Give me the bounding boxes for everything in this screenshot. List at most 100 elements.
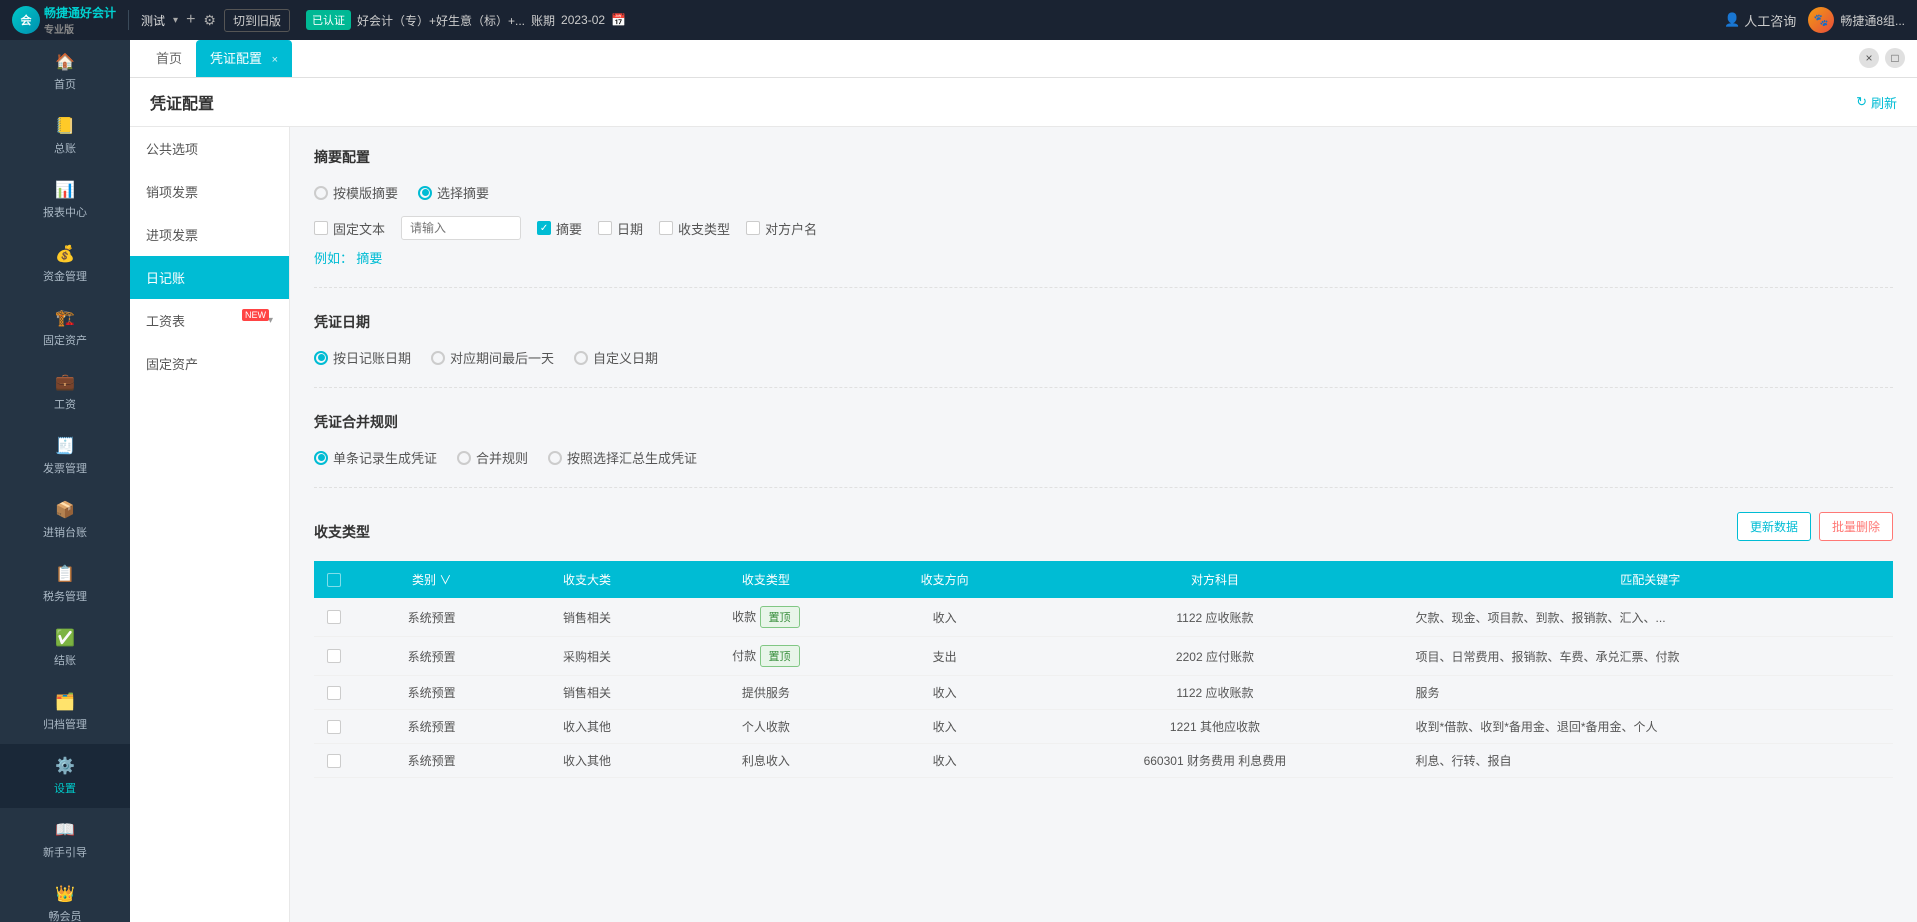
sidebar-label-invoice-mgmt: 发票管理: [43, 460, 87, 476]
user-info[interactable]: 🐾 畅捷通8组...: [1808, 7, 1905, 33]
page-header: 凭证配置 ↻ 刷新: [130, 78, 1917, 127]
radio-last-day-label: 对应期间最后一天: [450, 348, 554, 367]
row-checkbox-1[interactable]: [314, 637, 354, 676]
checkbox-counterpart-box: [746, 221, 760, 235]
left-menu-item-journal[interactable]: 日记账: [130, 256, 289, 299]
sidebar-label-reports: 报表中心: [43, 204, 87, 220]
select-all-checkbox[interactable]: [327, 573, 341, 587]
checkbox-income-type-box: [659, 221, 673, 235]
period-value: 2023-02: [561, 13, 605, 27]
settings-icon[interactable]: ⚙: [203, 12, 216, 29]
radio-custom-date-circle: [574, 351, 588, 365]
sidebar-item-purchase[interactable]: 📦 进销台账: [0, 488, 130, 552]
ledger-icon: 📒: [55, 116, 75, 136]
row-checkbox-3[interactable]: [314, 710, 354, 744]
example-text: 例如： 摘要: [314, 248, 1893, 267]
checkbox-summary-label: 摘要: [556, 219, 582, 238]
add-icon[interactable]: +: [186, 11, 195, 29]
left-menu-item-public[interactable]: 公共选项: [130, 127, 289, 170]
support-button[interactable]: 👤 人工咨询: [1724, 11, 1796, 30]
income-expense-section: 收支类型 更新数据 批量删除 类别 ∨: [314, 512, 1893, 778]
radio-template-circle: [314, 186, 328, 200]
sidebar-item-tax[interactable]: 📋 税务管理: [0, 552, 130, 616]
app-sub: 专业版: [44, 21, 116, 36]
row-check-2[interactable]: [327, 686, 341, 700]
checkbox-counterpart[interactable]: 对方户名: [746, 219, 817, 238]
row-checkbox-0[interactable]: [314, 598, 354, 637]
table-row: 系统预置 销售相关 提供服务 收入 1122 应收账款 服务: [314, 676, 1893, 710]
sidebar-item-assets[interactable]: 🏗️ 固定资产: [0, 296, 130, 360]
th-checkbox[interactable]: [314, 561, 354, 598]
row-checkbox-2[interactable]: [314, 676, 354, 710]
refresh-button[interactable]: ↻ 刷新: [1856, 93, 1897, 112]
payroll-label: 工资表: [146, 311, 185, 330]
tab-home[interactable]: 首页: [142, 40, 196, 77]
window-maximize-button[interactable]: □: [1885, 48, 1905, 68]
reset-button-1[interactable]: 置顶: [760, 645, 800, 667]
sidebar-item-home[interactable]: 🏠 首页: [0, 40, 130, 104]
example-link[interactable]: 摘要: [356, 251, 382, 266]
sidebar-label-assets: 固定资产: [43, 332, 87, 348]
voucher-date-radio-journal[interactable]: 按日记账日期: [314, 348, 411, 367]
checkbox-fixed-text[interactable]: 固定文本: [314, 219, 385, 238]
calendar-icon[interactable]: 📅: [611, 13, 626, 27]
merge-radio-merge-rule[interactable]: 合并规则: [457, 448, 528, 467]
support-label: 人工咨询: [1744, 11, 1796, 30]
tab-close-icon[interactable]: ×: [272, 54, 278, 66]
sidebar-item-settings[interactable]: ⚙️ 设置: [0, 744, 130, 808]
table-header-buttons: 更新数据 批量删除: [1737, 512, 1893, 541]
content-area: 首页 凭证配置 × × □ 凭证配置 ↻ 刷新 公共选项 销项发票: [130, 40, 1917, 922]
row-check-1[interactable]: [327, 649, 341, 663]
divider-1: [128, 10, 129, 30]
left-menu-item-purchase-invoice[interactable]: 进项发票: [130, 213, 289, 256]
arrow-down-icon[interactable]: ▾: [173, 15, 178, 26]
summary-radio-template[interactable]: 按模版摘要: [314, 183, 398, 202]
fixed-text-input[interactable]: [401, 216, 521, 240]
account-status: 已认证 好会计（专）+好生意（标）+... 账期 2023-02 📅: [306, 10, 626, 30]
th-category: 类别 ∨: [354, 561, 509, 598]
sidebar-item-guide[interactable]: 📖 新手引导: [0, 808, 130, 872]
left-menu-item-fixed-assets[interactable]: 固定资产: [130, 342, 289, 385]
voucher-date-radio-custom[interactable]: 自定义日期: [574, 348, 658, 367]
voucher-date-radio-last-day[interactable]: 对应期间最后一天: [431, 348, 554, 367]
row-check-4[interactable]: [327, 754, 341, 768]
sidebar-label-home: 首页: [54, 76, 76, 92]
sidebar-label-settings: 设置: [54, 780, 76, 796]
sidebar-item-ledger[interactable]: 📒 总账: [0, 104, 130, 168]
sidebar-item-settle[interactable]: ✅ 结账: [0, 616, 130, 680]
left-menu-item-sales-invoice[interactable]: 销项发票: [130, 170, 289, 213]
update-data-button[interactable]: 更新数据: [1737, 512, 1811, 541]
archive-icon: 🗂️: [55, 692, 75, 712]
sidebar-label-settle: 结账: [54, 652, 76, 668]
funds-icon: 💰: [55, 244, 75, 264]
topbar-right: 👤 人工咨询 🐾 畅捷通8组...: [1724, 7, 1905, 33]
checkbox-income-type[interactable]: 收支类型: [659, 219, 730, 238]
row-check-0[interactable]: [327, 610, 341, 624]
left-menu-item-payroll[interactable]: 工资表 NEW ▾: [130, 299, 289, 342]
table-row: 系统预置 采购相关 付款 置顶 支出 2202 应付账款 项目、日常费用、报销款…: [314, 637, 1893, 676]
sidebar-item-reports[interactable]: 📊 报表中心: [0, 168, 130, 232]
row-category-4: 系统预置: [354, 744, 509, 778]
sidebar: 🏠 首页 📒 总账 📊 报表中心 💰 资金管理 🏗️ 固定资产 💼 工资 🧾 发…: [0, 40, 130, 922]
merge-radio-summary-total[interactable]: 按照选择汇总生成凭证: [548, 448, 697, 467]
row-checkbox-4[interactable]: [314, 744, 354, 778]
reset-button-0[interactable]: 置顶: [760, 606, 800, 628]
sidebar-item-salary[interactable]: 💼 工资: [0, 360, 130, 424]
bulk-delete-button[interactable]: 批量删除: [1819, 512, 1893, 541]
home-icon: 🏠: [55, 52, 75, 72]
sidebar-item-archive[interactable]: 🗂️ 归档管理: [0, 680, 130, 744]
th-type: 收支类型: [665, 561, 867, 598]
sidebar-item-invoice-mgmt[interactable]: 🧾 发票管理: [0, 424, 130, 488]
checkbox-date[interactable]: 日期: [598, 219, 643, 238]
switch-version-button[interactable]: 切到旧版: [224, 9, 290, 32]
checkbox-summary[interactable]: ✓ 摘要: [537, 219, 582, 238]
sidebar-item-member[interactable]: 👑 畅会员: [0, 872, 130, 922]
sidebar-item-funds[interactable]: 💰 资金管理: [0, 232, 130, 296]
row-check-3[interactable]: [327, 720, 341, 734]
window-close-button[interactable]: ×: [1859, 48, 1879, 68]
row-type-1: 付款 置顶: [665, 637, 867, 676]
row-type-4: 利息收入: [665, 744, 867, 778]
merge-radio-single[interactable]: 单条记录生成凭证: [314, 448, 437, 467]
tab-voucher-config[interactable]: 凭证配置 ×: [196, 40, 292, 77]
summary-radio-select[interactable]: 选择摘要: [418, 183, 489, 202]
